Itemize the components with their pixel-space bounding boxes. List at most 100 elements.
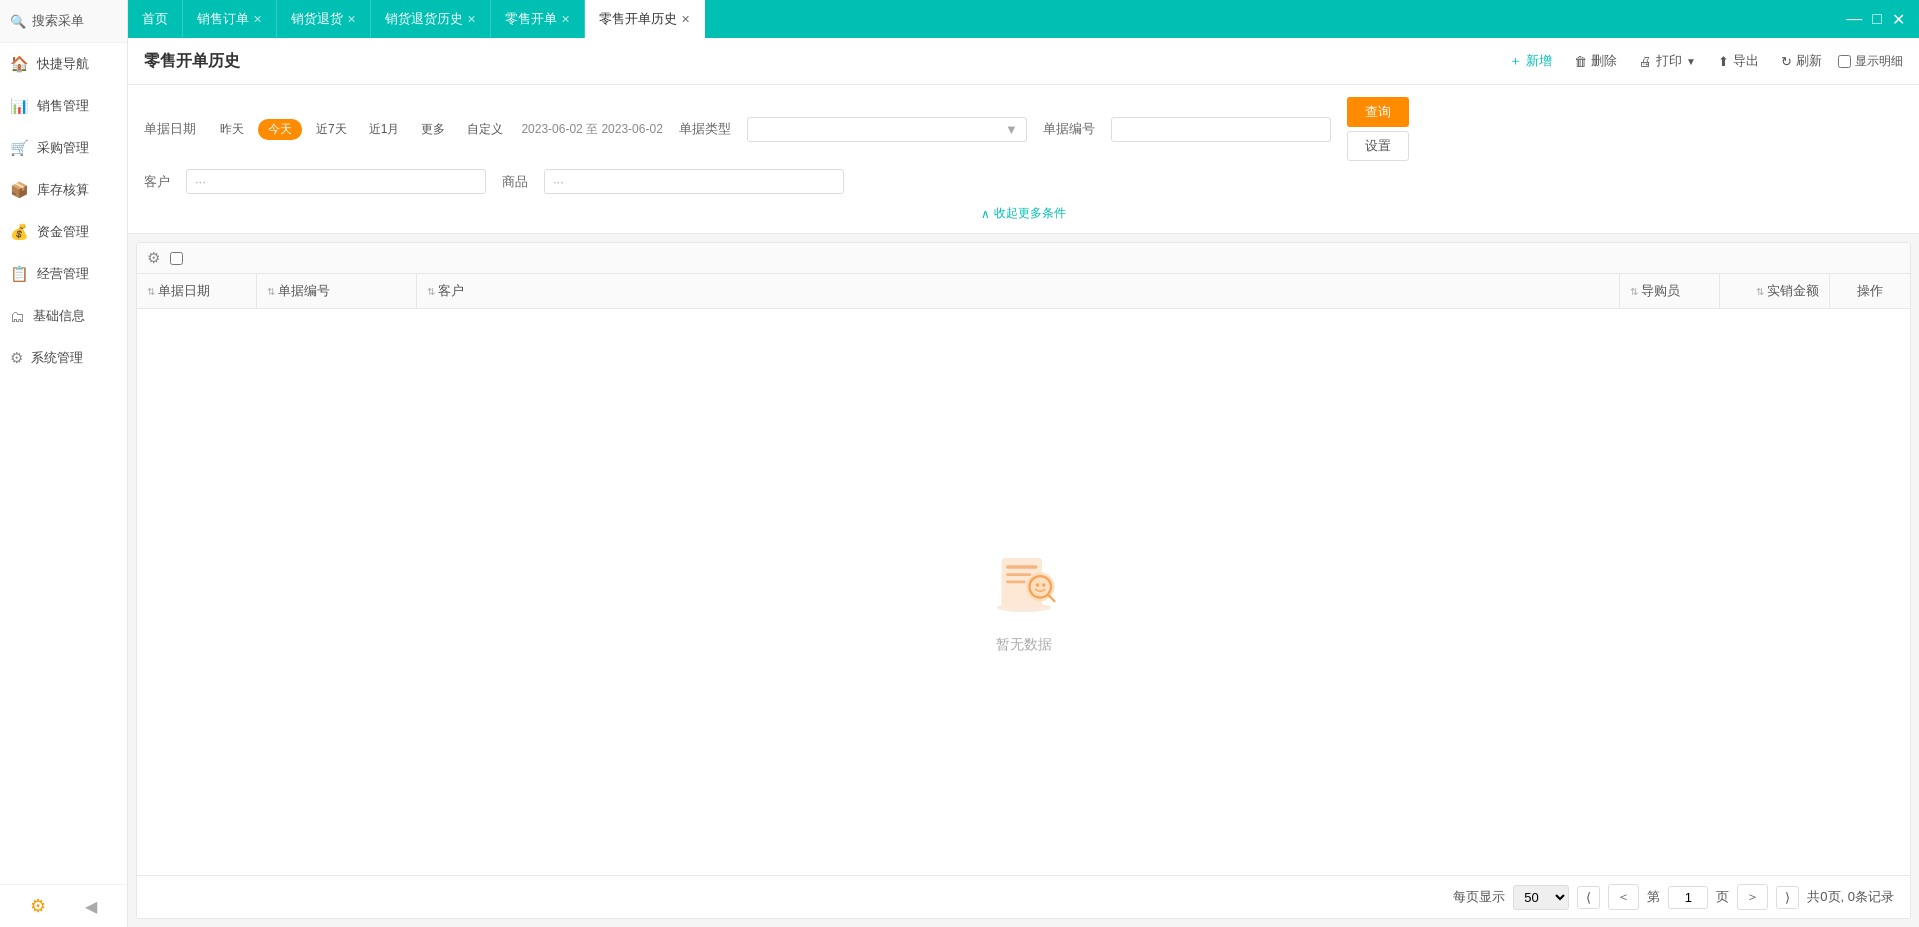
goods-select[interactable]: ···: [544, 169, 844, 194]
query-button[interactable]: 查询: [1347, 97, 1409, 127]
home-icon: 🏠: [10, 55, 29, 73]
first-page-button[interactable]: ⟨: [1577, 886, 1600, 909]
gear-icon: ⚙: [10, 349, 23, 367]
tab-retail-open[interactable]: 零售开单 ✕: [491, 0, 585, 38]
close-icon[interactable]: ✕: [561, 13, 570, 26]
add-button[interactable]: ＋ 新增: [1503, 48, 1558, 74]
date-btn-today[interactable]: 今天: [258, 119, 302, 140]
tab-home[interactable]: 首页: [128, 0, 183, 38]
toolbar: ＋ 新增 🗑 删除 🖨 打印 ▼ ⬆ 导出 ↻ 刷新: [1503, 48, 1903, 74]
tab-sales-return[interactable]: 销货退货 ✕: [277, 0, 371, 38]
chart-icon: 📊: [10, 97, 29, 115]
th-date-label: 单据日期: [158, 282, 210, 300]
close-icon[interactable]: ✕: [467, 13, 476, 26]
sidebar-item-ops-mgmt[interactable]: 📋 经营管理: [0, 253, 127, 295]
tab-sales-return-history[interactable]: 销货退货历史 ✕: [371, 0, 491, 38]
date-btn-last1m[interactable]: 近1月: [361, 119, 408, 140]
th-customer[interactable]: ⇅ 客户: [417, 274, 1620, 308]
sidebar-item-sys-mgmt[interactable]: ⚙ 系统管理: [0, 337, 127, 379]
tab-label: 销货退货: [291, 10, 343, 28]
th-action: 操作: [1830, 274, 1910, 308]
settings-bottom-icon[interactable]: ⚙: [30, 895, 46, 917]
display-detail-input[interactable]: [1838, 55, 1851, 68]
maximize-button[interactable]: □: [1872, 10, 1882, 28]
box-icon: 📦: [10, 181, 29, 199]
date-btn-custom[interactable]: 自定义: [459, 119, 511, 140]
sidebar-search-label: 搜索采单: [32, 12, 84, 30]
date-btn-more[interactable]: 更多: [413, 119, 453, 140]
close-icon[interactable]: ✕: [253, 13, 262, 26]
next-page-button[interactable]: ＞: [1737, 884, 1768, 910]
close-icon[interactable]: ✕: [347, 13, 356, 26]
sidebar-item-label: 销售管理: [37, 97, 89, 115]
select-all-checkbox[interactable]: [170, 252, 183, 265]
sidebar-item-inventory[interactable]: 📦 库存核算: [0, 169, 127, 211]
sidebar-item-finance[interactable]: 💰 资金管理: [0, 211, 127, 253]
sort-icon: ⇅: [267, 286, 275, 297]
money-icon: 💰: [10, 223, 29, 241]
th-amount[interactable]: ⇅ 实销金额: [1720, 274, 1830, 308]
page-number-input[interactable]: 1: [1668, 886, 1708, 909]
sidebar-item-purchase-mgmt[interactable]: 🛒 采购管理: [0, 127, 127, 169]
delete-icon: 🗑: [1574, 54, 1587, 69]
refresh-button[interactable]: ↻ 刷新: [1775, 48, 1828, 74]
sidebar-item-label: 基础信息: [33, 307, 85, 325]
folder-icon: 🗂: [10, 308, 25, 325]
date-btn-yesterday[interactable]: 昨天: [212, 119, 252, 140]
doc-type-select[interactable]: ▼: [747, 117, 1027, 142]
search-icon: 🔍: [10, 14, 26, 29]
per-page-label: 每页显示: [1453, 888, 1505, 906]
sidebar: 🔍 搜索采单 🏠 快捷导航 📊 销售管理 🛒 采购管理 📦 库存核算 💰 资金管…: [0, 0, 128, 927]
sidebar-search-button[interactable]: 🔍 搜索采单: [0, 0, 127, 43]
th-num-label: 单据编号: [278, 282, 330, 300]
display-detail-checkbox[interactable]: 显示明细: [1838, 53, 1903, 70]
close-icon[interactable]: ✕: [681, 13, 690, 26]
sidebar-item-sales-mgmt[interactable]: 📊 销售管理: [0, 85, 127, 127]
window-controls: — □ ✕: [1846, 10, 1919, 29]
close-window-button[interactable]: ✕: [1892, 10, 1905, 29]
customer-select[interactable]: ···: [186, 169, 486, 194]
collapse-sidebar-icon[interactable]: ◀: [85, 897, 97, 916]
prev-page-button[interactable]: ＜: [1608, 884, 1639, 910]
clipboard-icon: 📋: [10, 265, 29, 283]
sidebar-item-label: 快捷导航: [37, 55, 89, 73]
export-label: 导出: [1733, 52, 1759, 70]
cart-icon: 🛒: [10, 139, 29, 157]
delete-label: 删除: [1591, 52, 1617, 70]
table-settings-icon[interactable]: ⚙: [147, 249, 160, 267]
tab-bar: 首页 销售订单 ✕ 销货退货 ✕ 销货退货历史 ✕ 零售开单 ✕ 零售开单历史 …: [128, 0, 1919, 38]
page-title: 零售开单历史: [144, 51, 240, 72]
date-range-display: 2023-06-02 至 2023-06-02: [521, 121, 662, 138]
sidebar-item-label: 库存核算: [37, 181, 89, 199]
action-buttons: 查询 设置: [1347, 97, 1409, 161]
settings-button[interactable]: 设置: [1347, 131, 1409, 161]
content-area: 零售开单历史 ＋ 新增 🗑 删除 🖨 打印 ▼ ⬆ 导出: [128, 38, 1919, 927]
sidebar-item-label: 系统管理: [31, 349, 83, 367]
tab-label: 零售开单: [505, 10, 557, 28]
minimize-button[interactable]: —: [1846, 10, 1862, 28]
print-button[interactable]: 🖨 打印 ▼: [1633, 48, 1702, 74]
tab-label: 销售订单: [197, 10, 249, 28]
per-page-select[interactable]: 50 10 20 100: [1513, 885, 1569, 910]
tab-retail-open-history[interactable]: 零售开单历史 ✕: [585, 0, 705, 38]
sidebar-bottom: ⚙ ◀: [0, 884, 127, 927]
page-header: 零售开单历史 ＋ 新增 🗑 删除 🖨 打印 ▼ ⬆ 导出: [128, 38, 1919, 85]
delete-button[interactable]: 🗑 删除: [1568, 48, 1623, 74]
th-salesperson[interactable]: ⇅ 导购员: [1620, 274, 1720, 308]
refresh-label: 刷新: [1796, 52, 1822, 70]
date-btn-last7[interactable]: 近7天: [308, 119, 355, 140]
th-num[interactable]: ⇅ 单据编号: [257, 274, 417, 308]
th-date[interactable]: ⇅ 单据日期: [137, 274, 257, 308]
svg-line-7: [1048, 594, 1054, 600]
th-salesperson-label: 导购员: [1641, 282, 1680, 300]
last-page-button[interactable]: ⟩: [1776, 886, 1799, 909]
empty-text: 暂无数据: [996, 636, 1052, 654]
doc-num-input[interactable]: [1111, 117, 1331, 142]
export-button[interactable]: ⬆ 导出: [1712, 48, 1765, 74]
tab-label: 零售开单历史: [599, 10, 677, 28]
tab-sales-order[interactable]: 销售订单 ✕: [183, 0, 277, 38]
collapse-button[interactable]: ∧ 收起更多条件: [969, 202, 1078, 225]
sidebar-item-base-info[interactable]: 🗂 基础信息: [0, 295, 127, 337]
export-icon: ⬆: [1718, 54, 1729, 69]
sidebar-item-quick-nav[interactable]: 🏠 快捷导航: [0, 43, 127, 85]
